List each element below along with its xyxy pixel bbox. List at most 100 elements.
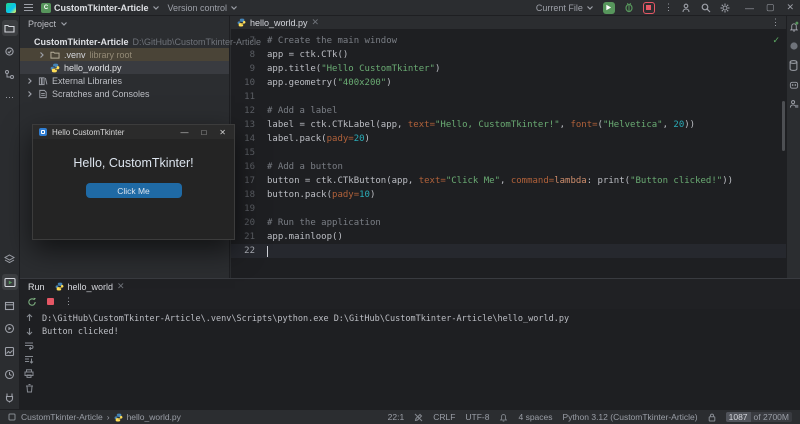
code-line[interactable]: 21app.mainloop() (231, 230, 786, 244)
code-line[interactable]: 13label = ctk.CTkLabel(app, text="Hello,… (231, 118, 786, 132)
ctk-minimize-button[interactable]: — (180, 128, 188, 137)
version-control-widget[interactable]: Version control (168, 3, 239, 13)
settings-button[interactable] (720, 3, 730, 13)
search-everywhere-button[interactable] (701, 3, 711, 13)
chevron-right-icon[interactable] (26, 77, 34, 85)
more-actions-icon[interactable]: ⋮ (664, 3, 673, 12)
python-packages-tool-button[interactable] (2, 297, 18, 313)
code-line[interactable]: 19 (231, 202, 786, 216)
pycharm-window: { "app": { "project_name": "CustomTkinte… (0, 0, 800, 424)
lock-toggle[interactable] (708, 413, 716, 422)
python-console-tool-button[interactable] (2, 389, 18, 405)
chevron-right-icon[interactable] (26, 90, 34, 98)
project-tool-button[interactable] (2, 20, 18, 36)
code-token: font= (570, 120, 597, 130)
services-tool-button[interactable] (2, 320, 18, 336)
run-panel-title: Run (28, 282, 45, 292)
scroll-to-end-icon[interactable] (24, 355, 34, 364)
code-text: app.mainloop() (255, 232, 343, 242)
line-number: 22 (231, 246, 255, 256)
more-tools-icon[interactable]: ⋯ (2, 89, 18, 105)
run-console[interactable]: D:\GitHub\CustomTkinter-Article\.venv\Sc… (20, 309, 800, 409)
tree-item-external-libraries[interactable]: External Libraries (20, 74, 229, 87)
database-button[interactable] (789, 60, 798, 71)
notifications-status-button[interactable] (499, 412, 508, 422)
clear-all-icon[interactable] (25, 383, 34, 393)
code-line[interactable]: 15 (231, 146, 786, 160)
breadcrumb-file[interactable]: hello_world.py (127, 412, 181, 422)
code-line[interactable]: 11 (231, 90, 786, 104)
ctk-close-button[interactable]: ✕ (219, 128, 226, 137)
plots-tool-button[interactable] (2, 343, 18, 359)
stop-process-button[interactable] (46, 297, 55, 306)
caret-position-widget[interactable]: 22:1 (388, 412, 405, 422)
run-configuration-selector[interactable]: Current File (536, 3, 594, 13)
rerun-button[interactable] (27, 297, 37, 307)
packages-tool-button[interactable] (2, 251, 18, 267)
bug-icon (624, 2, 634, 13)
ai-assistant-button[interactable] (789, 80, 799, 90)
code-line[interactable]: 16# Add a button (231, 160, 786, 174)
run-tab-hello-world[interactable]: hello_world ✕ (55, 281, 125, 292)
debug-button[interactable] (624, 2, 634, 13)
code-line[interactable]: 18button.pack(pady=10) (231, 188, 786, 202)
status-app-icon[interactable] (8, 413, 16, 421)
code-line[interactable]: 14label.pack(pady=20) (231, 132, 786, 146)
print-icon[interactable] (24, 369, 34, 378)
ctk-title-bar[interactable]: Hello CustomTkinter — □ ✕ (33, 125, 234, 139)
down-stack-trace-icon[interactable] (25, 327, 34, 336)
history-tool-button[interactable] (2, 366, 18, 382)
folder-icon (4, 23, 15, 33)
database-icon (789, 60, 798, 71)
tree-item-hello-world[interactable]: hello_world.py (20, 61, 229, 74)
ctk-click-me-button[interactable]: Click Me (86, 183, 182, 198)
code-with-me-button[interactable] (682, 3, 692, 13)
tree-item-project-root[interactable]: CustomTkinter-Article D:\GitHub\CustomTk… (20, 35, 229, 48)
ctk-app-window[interactable]: Hello CustomTkinter — □ ✕ Hello, CustomT… (32, 124, 235, 240)
profile-button[interactable] (789, 99, 799, 109)
editor-scrollbar[interactable] (782, 101, 785, 151)
editor-tab-hello-world[interactable]: hello_world.py ✕ (237, 17, 319, 28)
minimize-button[interactable]: — (745, 3, 754, 13)
project-widget[interactable]: C CustomTkinter-Article (41, 3, 160, 13)
code-lines[interactable]: 7# Create the main window8app = ctk.CTk(… (231, 30, 786, 278)
learn-button[interactable] (789, 41, 799, 51)
close-run-tab-icon[interactable]: ✕ (117, 281, 125, 292)
code-line[interactable]: 20# Run the application (231, 216, 786, 230)
line-separator-widget[interactable]: CRLF (433, 412, 455, 422)
tree-item-venv[interactable]: .venv library root (20, 48, 229, 61)
structure-tool-button[interactable] (2, 66, 18, 82)
main-menu-icon[interactable] (24, 4, 33, 11)
commit-tool-button[interactable] (2, 43, 18, 59)
editor-options-icon[interactable]: ⋮ (771, 17, 780, 28)
soft-wrap-icon[interactable] (24, 341, 34, 350)
tree-item-scratches[interactable]: Scratches and Consoles (20, 87, 229, 100)
code-line[interactable]: 7# Create the main window (231, 34, 786, 48)
code-line[interactable]: 17button = ctk.CTkButton(app, text="Clic… (231, 174, 786, 188)
close-tab-icon[interactable]: ✕ (312, 17, 320, 28)
readonly-toggle[interactable] (414, 413, 423, 422)
up-stack-trace-icon[interactable] (25, 313, 34, 322)
indent-widget[interactable]: 4 spaces (518, 412, 552, 422)
code-line[interactable]: 12# Add a label (231, 104, 786, 118)
encoding-widget[interactable]: UTF-8 (465, 412, 489, 422)
memory-indicator[interactable]: 1087 of 2700M (726, 412, 792, 422)
run-more-options-icon[interactable]: ⋮ (64, 297, 73, 306)
code-line[interactable]: 10app.geometry("400x200") (231, 76, 786, 90)
breadcrumb-project[interactable]: CustomTkinter-Article (21, 412, 103, 422)
code-text: button.pack(pady=10) (255, 190, 375, 200)
run-button[interactable] (603, 2, 615, 14)
run-tool-button[interactable] (2, 274, 18, 290)
code-line[interactable]: 8app = ctk.CTk() (231, 48, 786, 62)
ctk-maximize-button[interactable]: □ (201, 128, 206, 137)
stop-icon (46, 297, 55, 306)
interpreter-widget[interactable]: Python 3.12 (CustomTkinter-Article) (563, 412, 698, 422)
close-button[interactable]: ✕ (786, 2, 794, 13)
stop-button[interactable] (643, 2, 655, 14)
project-panel-header[interactable]: Project (20, 16, 229, 31)
notifications-button[interactable] (789, 21, 799, 32)
code-line[interactable]: 9app.title("Hello CustomTkinter") (231, 62, 786, 76)
maximize-button[interactable]: ▢ (766, 2, 775, 13)
code-line[interactable]: 22 (231, 244, 786, 258)
chevron-right-icon[interactable] (38, 51, 46, 59)
